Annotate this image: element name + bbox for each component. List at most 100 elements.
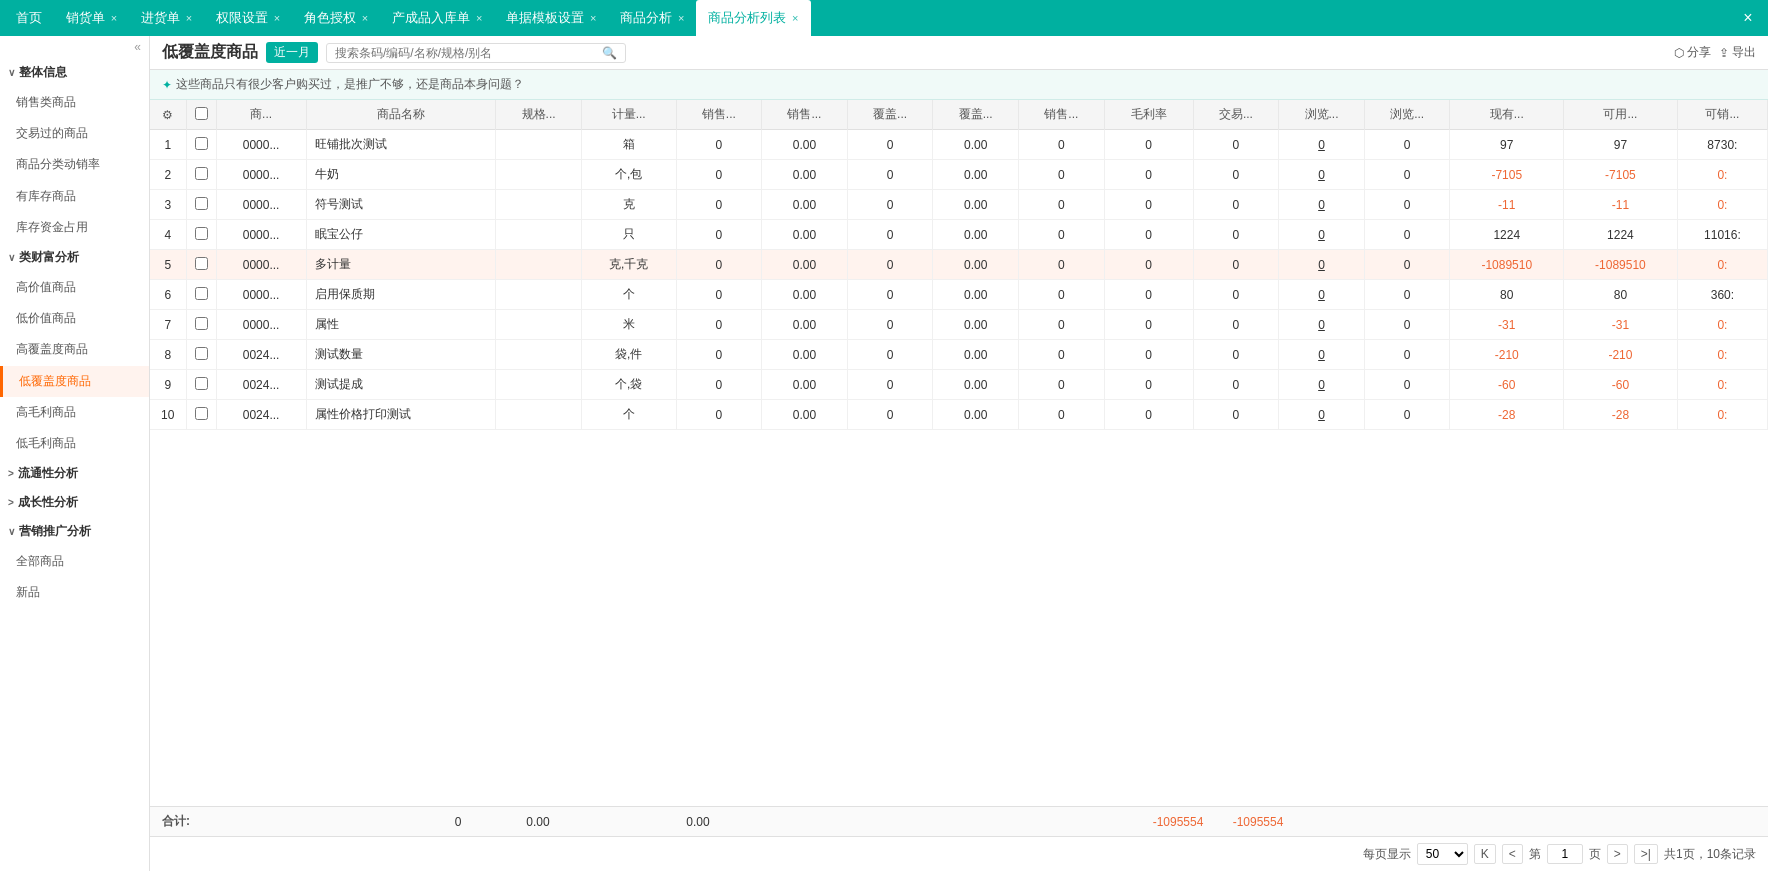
row-name: 旺铺批次测试 xyxy=(306,130,496,160)
nav-item-products[interactable]: 产成品入库单 × xyxy=(380,0,494,36)
row-browse1[interactable]: 0 xyxy=(1279,370,1365,400)
nav-item-analysis[interactable]: 商品分析 × xyxy=(608,0,696,36)
data-table: ⚙ 商... 商品名称 规格... 计量... 销售... 销售... 覆盖..… xyxy=(150,100,1768,430)
th-checkbox[interactable] xyxy=(186,100,216,130)
sidebar-item-high-margin[interactable]: 高毛利商品 xyxy=(0,397,149,428)
sidebar-section-wealth[interactable]: ∨ 类财富分析 xyxy=(0,243,149,272)
nav-close-sales[interactable]: × xyxy=(111,12,117,24)
row-browse1[interactable]: 0 xyxy=(1279,190,1365,220)
nav-close-products[interactable]: × xyxy=(476,12,482,24)
sidebar-item-new-goods[interactable]: 新品 xyxy=(0,577,149,608)
filter-recent-month[interactable]: 近一月 xyxy=(266,42,318,63)
nav-close-analysis[interactable]: × xyxy=(678,12,684,24)
prev-page-button[interactable]: < xyxy=(1502,844,1523,864)
row-unit: 个 xyxy=(581,400,676,430)
sidebar-item-low-margin[interactable]: 低毛利商品 xyxy=(0,428,149,459)
sidebar-item-high-coverage[interactable]: 高覆盖度商品 xyxy=(0,334,149,365)
row-current: -11 xyxy=(1450,190,1564,220)
row-checkbox[interactable] xyxy=(186,250,216,280)
nav-item-analysis-list[interactable]: 商品分析列表 × xyxy=(696,0,810,36)
row-current: 1224 xyxy=(1450,220,1564,250)
nav-item-purchase[interactable]: 进货单 × xyxy=(129,0,204,36)
row-checkbox[interactable] xyxy=(186,220,216,250)
sidebar-item-sales-goods[interactable]: 销售类商品 xyxy=(0,87,149,118)
row-checkbox[interactable] xyxy=(186,280,216,310)
row-name: 属性 xyxy=(306,310,496,340)
sidebar-item-inventory-funds[interactable]: 库存资金占用 xyxy=(0,212,149,243)
row-trade: 0 xyxy=(1193,220,1279,250)
row-spec xyxy=(496,190,582,220)
row-checkbox[interactable] xyxy=(186,190,216,220)
row-checkbox[interactable] xyxy=(186,160,216,190)
row-browse1[interactable]: 0 xyxy=(1279,310,1365,340)
row-no: 4 xyxy=(150,220,186,250)
th-settings[interactable]: ⚙ xyxy=(150,100,186,130)
row-browse2: 0 xyxy=(1364,310,1450,340)
sidebar-section-marketing[interactable]: ∨ 营销推广分析 xyxy=(0,517,149,546)
footer-sales-qty: 0 xyxy=(418,815,498,829)
sidebar-item-category-rate[interactable]: 商品分类动销率 xyxy=(0,149,149,180)
nav-item-sales[interactable]: 销货单 × xyxy=(54,0,129,36)
last-page-button[interactable]: >| xyxy=(1634,844,1658,864)
next-page-button[interactable]: > xyxy=(1607,844,1628,864)
nav-close-templates[interactable]: × xyxy=(590,12,596,24)
sidebar-item-low-value[interactable]: 低价值商品 xyxy=(0,303,149,334)
row-checkbox[interactable] xyxy=(186,400,216,430)
sidebar-item-traded-goods[interactable]: 交易过的商品 xyxy=(0,118,149,149)
first-page-button[interactable]: K xyxy=(1474,844,1496,864)
search-input[interactable] xyxy=(335,46,602,60)
sidebar-section-overall[interactable]: ∨ 整体信息 xyxy=(0,58,149,87)
row-available: -11 xyxy=(1564,190,1678,220)
nav-close-permissions[interactable]: × xyxy=(274,12,280,24)
th-browse2: 浏览... xyxy=(1364,100,1450,130)
row-checkbox[interactable] xyxy=(186,340,216,370)
row-browse1[interactable]: 0 xyxy=(1279,220,1365,250)
row-browse1[interactable]: 0 xyxy=(1279,160,1365,190)
export-button[interactable]: ⇪ 导出 xyxy=(1719,44,1756,61)
row-sellable: 0: xyxy=(1677,340,1767,370)
section-arrow-circulation: > xyxy=(8,468,14,479)
per-page-select[interactable]: 50 100 200 xyxy=(1417,843,1468,865)
row-cov1: 0 xyxy=(847,370,933,400)
sidebar-collapse-button[interactable]: « xyxy=(0,36,149,58)
nav-close-purchase[interactable]: × xyxy=(186,12,192,24)
nav-item-templates[interactable]: 单据模板设置 × xyxy=(494,0,608,36)
row-trade: 0 xyxy=(1193,340,1279,370)
row-cov2: 0.00 xyxy=(933,280,1019,310)
nav-item-permissions[interactable]: 权限设置 × xyxy=(204,0,292,36)
nav-item-home[interactable]: 首页 xyxy=(4,0,54,36)
footer-current: -1095554 xyxy=(1138,815,1218,829)
sidebar-item-high-value[interactable]: 高价值商品 xyxy=(0,272,149,303)
row-browse1[interactable]: 0 xyxy=(1279,280,1365,310)
row-cov2: 0.00 xyxy=(933,160,1019,190)
row-checkbox[interactable] xyxy=(186,370,216,400)
row-browse2: 0 xyxy=(1364,130,1450,160)
row-sales-rate: 0 xyxy=(1019,160,1105,190)
row-checkbox[interactable] xyxy=(186,310,216,340)
nav-close-analysis-list[interactable]: × xyxy=(792,12,798,24)
row-cov1: 0 xyxy=(847,130,933,160)
sidebar-item-inventory-goods[interactable]: 有库存商品 xyxy=(0,181,149,212)
row-browse1[interactable]: 0 xyxy=(1279,130,1365,160)
th-sales-amount: 销售... xyxy=(762,100,848,130)
nav-close-roles[interactable]: × xyxy=(362,12,368,24)
search-icon[interactable]: 🔍 xyxy=(602,46,617,60)
sidebar-section-growth[interactable]: > 成长性分析 xyxy=(0,488,149,517)
section-arrow-growth: > xyxy=(8,497,14,508)
window-close-button[interactable]: × xyxy=(1732,0,1764,36)
sidebar-section-circulation[interactable]: > 流通性分析 xyxy=(0,459,149,488)
row-browse1[interactable]: 0 xyxy=(1279,400,1365,430)
row-sales-amount: 0.00 xyxy=(762,340,848,370)
row-checkbox[interactable] xyxy=(186,130,216,160)
sidebar-item-low-coverage[interactable]: 低覆盖度商品 xyxy=(0,366,149,397)
sidebar-item-all-goods[interactable]: 全部商品 xyxy=(0,546,149,577)
row-browse1[interactable]: 0 xyxy=(1279,340,1365,370)
nav-item-roles[interactable]: 角色授权 × xyxy=(292,0,380,36)
page-input[interactable] xyxy=(1547,844,1583,864)
row-code: 0024... xyxy=(216,400,306,430)
row-browse1[interactable]: 0 xyxy=(1279,250,1365,280)
select-all-checkbox[interactable] xyxy=(195,107,208,120)
share-button[interactable]: ⬡ 分享 xyxy=(1674,44,1711,61)
row-available: -31 xyxy=(1564,310,1678,340)
row-cov1: 0 xyxy=(847,340,933,370)
